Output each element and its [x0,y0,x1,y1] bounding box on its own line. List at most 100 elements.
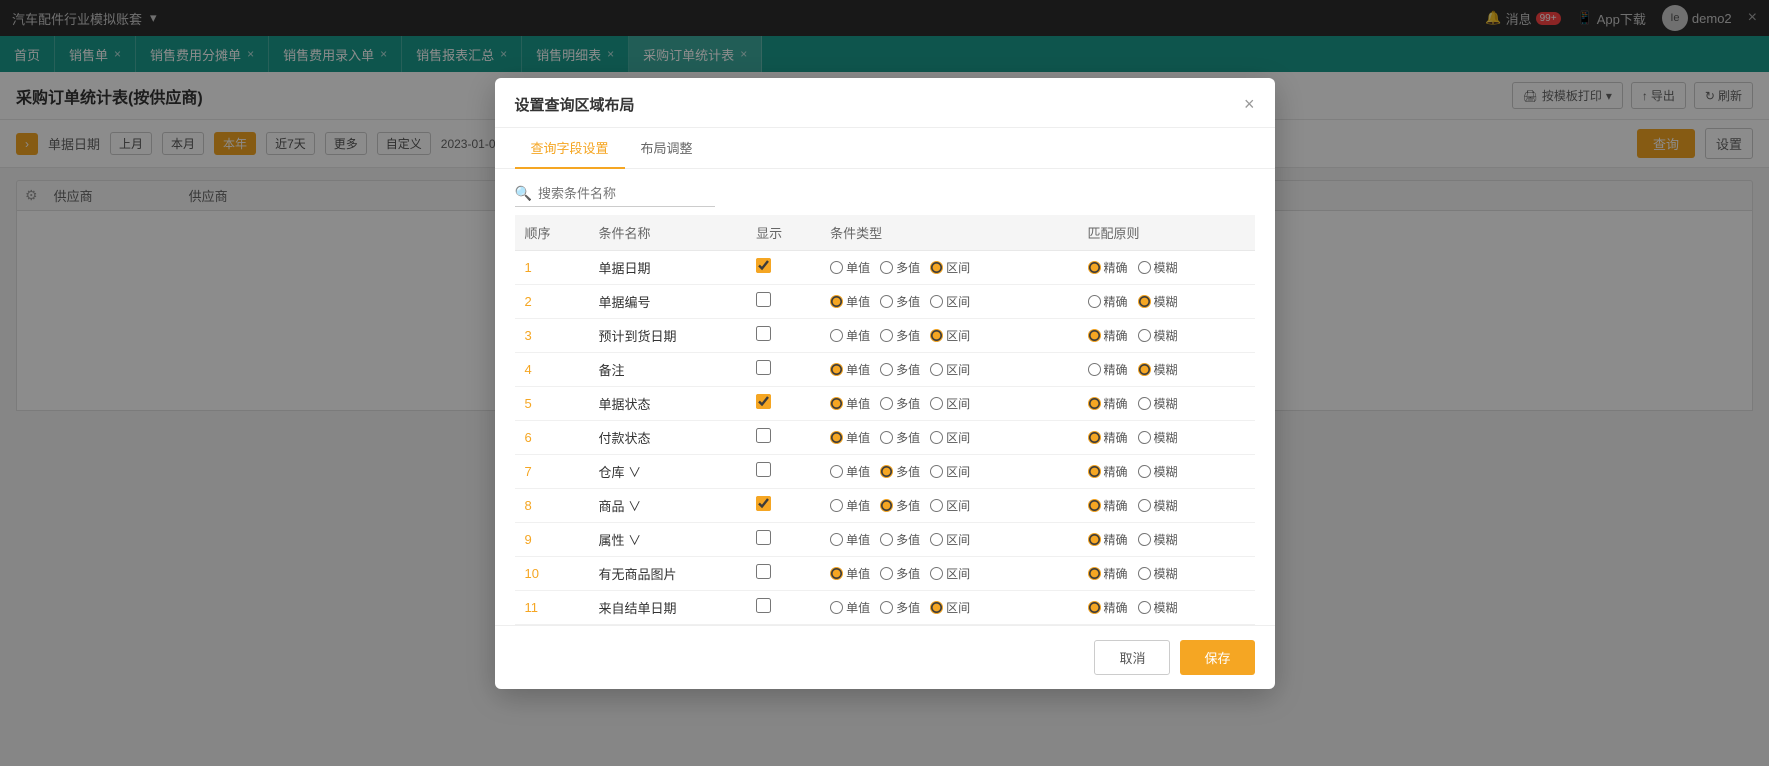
radio-match-fuzzy[interactable]: 模糊 [1138,395,1178,412]
radio-match-exact[interactable]: 精确 [1088,565,1128,582]
radio-type-single[interactable]: 单值 [830,531,870,548]
tab-query-fields[interactable]: 查询字段设置 [515,128,625,169]
display-checkbox[interactable] [756,326,771,341]
table-row: 10有无商品图片单值多值区间精确模糊 [515,556,1255,590]
cell-display [746,420,820,454]
display-checkbox[interactable] [756,292,771,307]
radio-match-fuzzy[interactable]: 模糊 [1138,259,1178,276]
radio-type-multi[interactable]: 多值 [880,463,920,480]
display-checkbox[interactable] [756,394,771,409]
radio-match-fuzzy[interactable]: 模糊 [1138,565,1178,582]
radio-match-exact[interactable]: 精确 [1088,531,1128,548]
col-order: 顺序 [515,215,589,251]
radio-type-multi[interactable]: 多值 [880,599,920,616]
table-row: 3预计到货日期单值多值区间精确模糊 [515,318,1255,352]
radio-match-fuzzy[interactable]: 模糊 [1138,531,1178,548]
radio-type-range[interactable]: 区间 [930,599,970,616]
radio-type-range[interactable]: 区间 [930,497,970,514]
radio-type-range[interactable]: 区间 [930,361,970,378]
cell-match: 精确模糊 [1078,556,1255,590]
radio-match-fuzzy[interactable]: 模糊 [1138,463,1178,480]
radio-type-range[interactable]: 区间 [930,429,970,446]
radio-match-fuzzy[interactable]: 模糊 [1138,361,1178,378]
display-checkbox[interactable] [756,496,771,511]
cell-match: 精确模糊 [1078,420,1255,454]
dialog-table-wrap: 顺序 条件名称 显示 条件类型 匹配原则 1单据日期单值多值区间精确模糊2单据编… [495,215,1275,625]
radio-match-fuzzy[interactable]: 模糊 [1138,327,1178,344]
radio-match-exact[interactable]: 精确 [1088,463,1128,480]
cell-display [746,250,820,284]
radio-type-multi[interactable]: 多值 [880,361,920,378]
radio-match-exact[interactable]: 精确 [1088,327,1128,344]
radio-type-range[interactable]: 区间 [930,293,970,310]
radio-match-exact[interactable]: 精确 [1088,395,1128,412]
cell-type: 单值多值区间 [820,420,1077,454]
radio-type-range[interactable]: 区间 [930,395,970,412]
cell-order: 11 [515,590,589,624]
radio-type-single[interactable]: 单值 [830,259,870,276]
radio-match-fuzzy[interactable]: 模糊 [1138,429,1178,446]
radio-type-multi[interactable]: 多值 [880,395,920,412]
cell-type: 单值多值区间 [820,522,1077,556]
radio-type-single[interactable]: 单值 [830,565,870,582]
table-row: 11来自结单日期单值多值区间精确模糊 [515,590,1255,624]
radio-type-single[interactable]: 单值 [830,599,870,616]
radio-type-single[interactable]: 单值 [830,293,870,310]
save-btn[interactable]: 保存 [1180,640,1254,675]
radio-type-single[interactable]: 单值 [830,429,870,446]
tab-layout-adjust[interactable]: 布局调整 [625,128,709,169]
display-checkbox[interactable] [756,530,771,545]
radio-type-multi[interactable]: 多值 [880,259,920,276]
radio-type-multi[interactable]: 多值 [880,327,920,344]
display-checkbox[interactable] [756,598,771,613]
display-checkbox[interactable] [756,360,771,375]
radio-match-exact[interactable]: 精确 [1088,429,1128,446]
display-checkbox[interactable] [756,258,771,273]
cell-order: 7 [515,454,589,488]
cell-order: 1 [515,250,589,284]
radio-type-multi[interactable]: 多值 [880,497,920,514]
dialog-search-area: 🔍 [495,169,1275,215]
radio-match-fuzzy[interactable]: 模糊 [1138,293,1178,310]
radio-match-exact[interactable]: 精确 [1088,259,1128,276]
radio-match-exact[interactable]: 精确 [1088,497,1128,514]
radio-type-single[interactable]: 单值 [830,463,870,480]
cell-order: 2 [515,284,589,318]
radio-match-fuzzy[interactable]: 模糊 [1138,497,1178,514]
radio-match-exact[interactable]: 精确 [1088,293,1128,310]
display-checkbox[interactable] [756,564,771,579]
radio-type-multi[interactable]: 多值 [880,531,920,548]
dialog-close-btn[interactable]: × [1244,95,1255,113]
search-input[interactable] [538,186,698,201]
radio-type-multi[interactable]: 多值 [880,565,920,582]
cancel-btn[interactable]: 取消 [1094,640,1170,675]
radio-type-range[interactable]: 区间 [930,565,970,582]
cell-display [746,386,820,420]
radio-type-multi[interactable]: 多值 [880,293,920,310]
radio-type-single[interactable]: 单值 [830,327,870,344]
cell-order: 10 [515,556,589,590]
radio-type-multi[interactable]: 多值 [880,429,920,446]
radio-type-single[interactable]: 单值 [830,395,870,412]
cell-order: 6 [515,420,589,454]
radio-type-range[interactable]: 区间 [930,531,970,548]
radio-match-exact[interactable]: 精确 [1088,361,1128,378]
radio-match-fuzzy[interactable]: 模糊 [1138,599,1178,616]
radio-match-exact[interactable]: 精确 [1088,599,1128,616]
search-icon: 🔍 [515,185,532,202]
radio-type-single[interactable]: 单值 [830,361,870,378]
radio-type-range[interactable]: 区间 [930,327,970,344]
cell-name: 备注 [589,352,747,386]
radio-type-range[interactable]: 区间 [930,463,970,480]
tab-layout-adjust-label: 布局调整 [641,141,693,156]
table-row: 6付款状态单值多值区间精确模糊 [515,420,1255,454]
col-type: 条件类型 [820,215,1077,251]
cell-type: 单值多值区间 [820,250,1077,284]
cell-display [746,522,820,556]
display-checkbox[interactable] [756,462,771,477]
radio-type-single[interactable]: 单值 [830,497,870,514]
cell-match: 精确模糊 [1078,454,1255,488]
radio-type-range[interactable]: 区间 [930,259,970,276]
col-display: 显示 [746,215,820,251]
display-checkbox[interactable] [756,428,771,443]
